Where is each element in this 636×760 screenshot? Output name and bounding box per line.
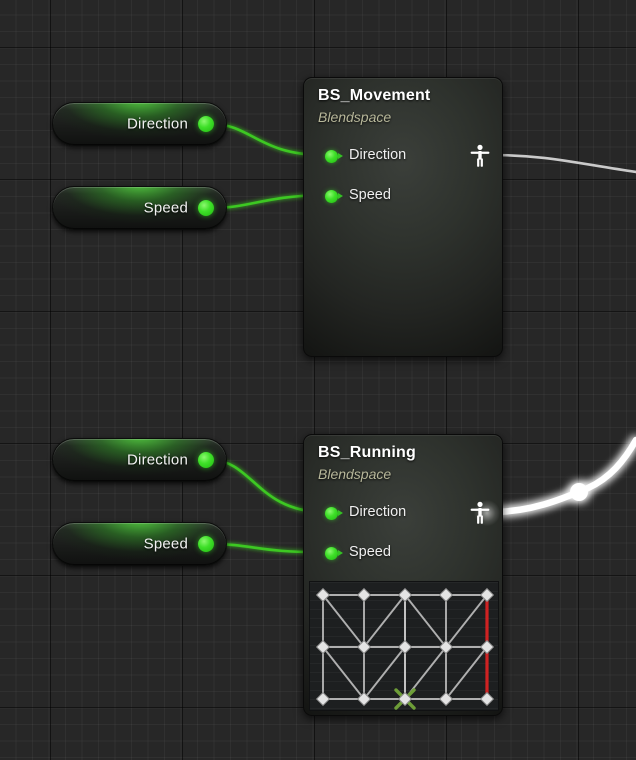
input-pin-label: Speed [349,187,391,203]
blendspace-edge [363,594,406,648]
node-title: BS_Running [318,444,416,461]
blendspace-edge [445,646,488,700]
blendspace-sample-vertex[interactable] [479,691,495,707]
mannequin-pose-icon [470,144,490,167]
pose-output-pin[interactable] [470,144,490,168]
input-pin-direction[interactable] [325,506,343,520]
variable-getter-label: Direction [127,451,188,469]
pose-flow-indicator [570,483,588,501]
node-subtitle: Blendspace [318,466,392,482]
blueprint-graph-canvas[interactable]: Direction Speed Direction Speed BS_Movement… [0,0,636,760]
blendspace-edge [322,594,365,648]
input-pin-speed[interactable] [325,546,343,560]
input-pin-speed[interactable] [325,189,343,203]
variable-getter-node[interactable]: Speed [52,522,227,566]
blendspace-sample-vertex[interactable] [356,587,372,603]
variable-getter-label: Direction [127,115,188,133]
input-pin-label: Direction [349,147,407,163]
blendspace-sample-vertex[interactable] [438,587,454,603]
blendspace-triangulation [315,587,495,710]
blendspace-edge [445,594,488,648]
input-pin-label: Direction [349,504,407,520]
blendspace-preview-grid[interactable] [309,581,499,711]
speed-output-pin[interactable] [198,536,214,552]
blendspace-player-node[interactable]: BS_Movement Blendspace Direction Speed [303,77,503,357]
input-pin-label: Speed [349,544,391,560]
variable-getter-label: Speed [143,535,188,553]
node-title: BS_Movement [318,87,431,104]
speed-output-pin[interactable] [198,200,214,216]
blendspace-sample-vertex[interactable] [315,691,331,707]
direction-output-pin[interactable] [198,116,214,132]
variable-getter-node[interactable]: Direction [52,438,227,482]
blendspace-player-node[interactable]: BS_Running Blendspace Direction Speed [303,434,503,716]
variable-getter-label: Speed [143,199,188,217]
wire-bs-running-pose-out[interactable] [488,436,636,516]
variable-getter-node[interactable]: Direction [52,102,227,146]
variable-getter-node[interactable]: Speed [52,186,227,230]
blendspace-edge [322,646,365,700]
input-pin-direction[interactable] [325,149,343,163]
wire-bs-movement-pose-out[interactable] [490,153,636,174]
node-subtitle: Blendspace [318,109,392,125]
direction-output-pin[interactable] [198,452,214,468]
pose-output-pin[interactable] [470,501,490,525]
blendspace-edge [404,594,447,648]
mannequin-pose-icon [470,501,490,524]
